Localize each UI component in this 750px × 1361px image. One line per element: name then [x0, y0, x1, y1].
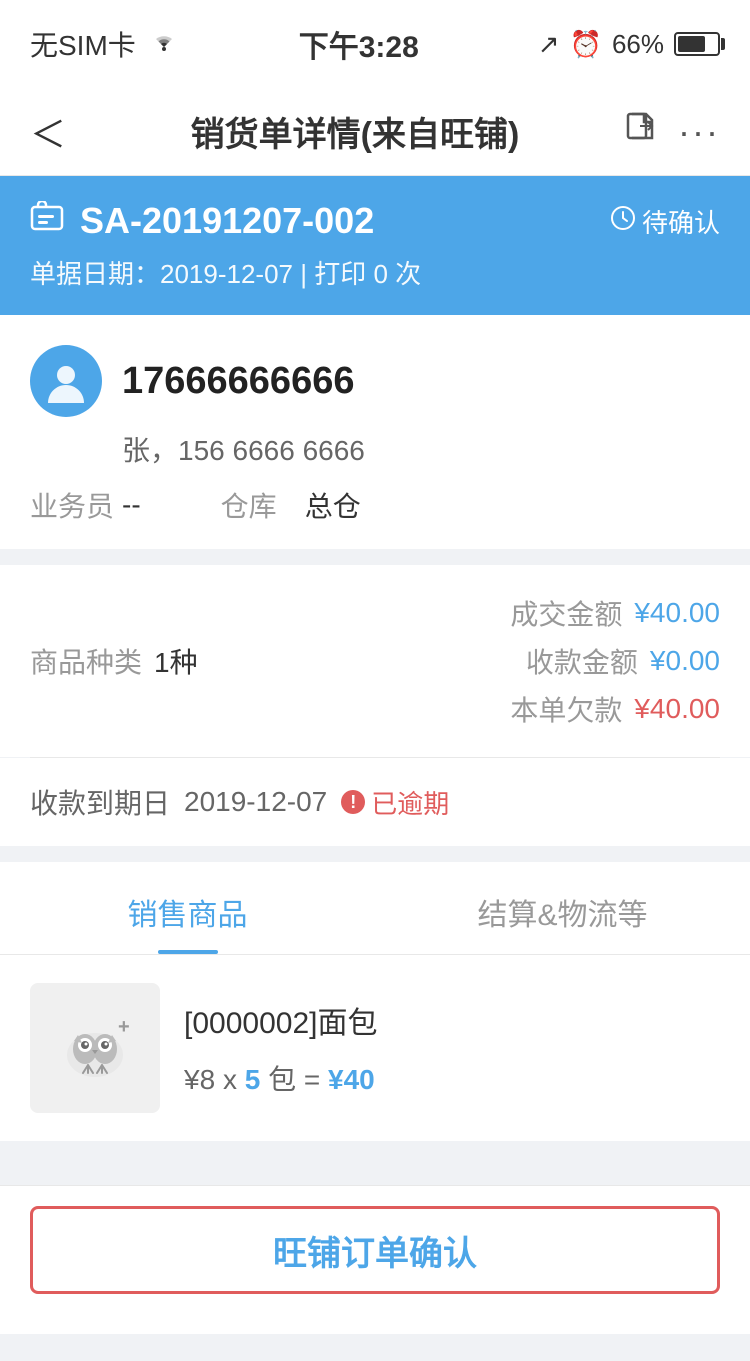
- customer-phone: 17666666666: [122, 360, 354, 403]
- received-value: ¥0.00: [650, 645, 720, 677]
- confirm-order-button[interactable]: 旺铺订单确认: [30, 1206, 720, 1294]
- amount-value: ¥40.00: [634, 597, 720, 629]
- due-date-value: 2019-12-07: [184, 786, 327, 818]
- received-row: 收款金额 ¥0.00: [526, 641, 720, 681]
- divider-1: [0, 549, 750, 565]
- summary-card: 商品种类 1种 成交金额 ¥40.00 收款金额 ¥0.00 本单欠款 ¥40.…: [0, 565, 750, 757]
- nav-bar: ＜ 销货单详情(来自旺铺) ···: [0, 88, 750, 176]
- nav-actions: ···: [620, 110, 720, 154]
- overdue-badge: ! 已逾期: [341, 784, 449, 821]
- tabs: 销售商品 结算&物流等: [0, 862, 750, 955]
- warehouse-value: 总仓: [305, 485, 361, 525]
- kind-value: 1种: [154, 641, 198, 681]
- battery-percent: 66%: [612, 29, 664, 60]
- summary-left: 商品种类 1种: [30, 641, 198, 681]
- product-thumbnail: +: [30, 983, 160, 1113]
- more-icon[interactable]: ···: [678, 111, 720, 153]
- due-date-label: 收款到期日: [30, 782, 170, 822]
- customer-meta: 业务员 -- 仓库 总仓: [30, 485, 720, 525]
- amount-label: 成交金额: [510, 593, 622, 633]
- status-time: 下午3:28: [299, 22, 419, 66]
- warehouse-meta: 仓库 总仓: [221, 485, 361, 525]
- order-date-print: 单据日期：2019-12-07 | 打印 0 次: [30, 254, 720, 291]
- customer-card: 17666666666 张，156 6666 6666 业务员 -- 仓库 总仓: [0, 315, 750, 549]
- overdue-text: 已逾期: [371, 784, 449, 821]
- confirm-button-wrap: 旺铺订单确认: [0, 1185, 750, 1334]
- warehouse-label: 仓库: [221, 485, 277, 525]
- clock-icon: [610, 205, 636, 238]
- location-icon: ↗: [538, 29, 560, 60]
- alarm-icon: ⏰: [570, 29, 602, 60]
- share-icon[interactable]: [622, 110, 658, 154]
- order-icon: [30, 200, 68, 242]
- avatar: [30, 345, 102, 417]
- debt-value: ¥40.00: [634, 693, 720, 725]
- debt-label: 本单欠款: [510, 689, 622, 729]
- tab-sales-products[interactable]: 销售商品: [0, 862, 375, 954]
- sales-label: 业务员: [30, 485, 114, 525]
- sales-value: --: [122, 489, 141, 521]
- svg-text:+: +: [118, 1016, 130, 1038]
- battery-icon: [674, 32, 720, 56]
- kind-label: 商品种类: [30, 641, 142, 681]
- tab-settlement[interactable]: 结算&物流等: [375, 862, 750, 954]
- customer-name: 张，156 6666 6666: [122, 429, 720, 469]
- product-info: [0000002]面包 ¥8 x 5 包 = ¥40: [184, 998, 720, 1098]
- amount-row: 成交金额 ¥40.00: [510, 593, 720, 633]
- product-total: ¥40: [328, 1064, 375, 1095]
- product-name: [0000002]面包: [184, 998, 720, 1042]
- due-date-card: 收款到期日 2019-12-07 ! 已逾期: [0, 758, 750, 846]
- overdue-icon: !: [341, 790, 365, 814]
- carrier-label: 无SIM卡: [30, 24, 136, 64]
- product-qty: 5: [245, 1064, 261, 1095]
- status-left: 无SIM卡: [30, 24, 180, 64]
- wifi-icon: [148, 28, 180, 60]
- divider-2: [0, 846, 750, 862]
- product-list: + [0000002]面包 ¥8 x 5 包 = ¥40: [0, 955, 750, 1141]
- status-bar: 无SIM卡 下午3:28 ↗ ⏰ 66%: [0, 0, 750, 88]
- received-label: 收款金额: [526, 641, 638, 681]
- nav-title: 销货单详情(来自旺铺): [90, 107, 620, 156]
- sales-meta: 业务员 --: [30, 485, 141, 525]
- debt-row: 本单欠款 ¥40.00: [510, 689, 720, 729]
- product-price: ¥8 x 5 包 = ¥40: [184, 1058, 720, 1098]
- status-right: ↗ ⏰ 66%: [538, 29, 720, 60]
- table-row: + [0000002]面包 ¥8 x 5 包 = ¥40: [0, 955, 750, 1141]
- order-status: 待确认: [610, 203, 720, 240]
- back-button[interactable]: ＜: [30, 106, 90, 158]
- order-id: SA-20191207-002: [30, 200, 374, 242]
- order-header-banner: SA-20191207-002 待确认 单据日期：2019-12-07 | 打印…: [0, 176, 750, 315]
- summary-right: 成交金额 ¥40.00 收款金额 ¥0.00 本单欠款 ¥40.00: [510, 593, 720, 729]
